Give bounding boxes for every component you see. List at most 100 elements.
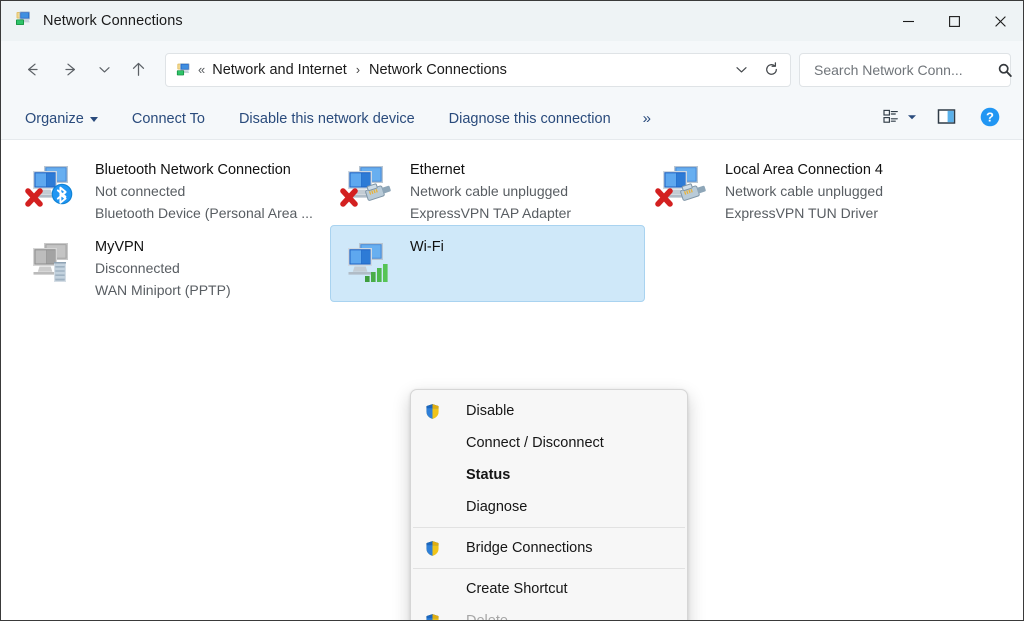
help-icon: ? xyxy=(979,106,1001,133)
connection-item-local-area-connection-4[interactable]: Local Area Connection 4 Network cable un… xyxy=(645,148,960,225)
connection-status: Disconnected xyxy=(95,257,231,279)
details-pane-icon xyxy=(936,106,957,132)
connection-name: Wi-Fi xyxy=(410,238,444,257)
breadcrumb-item-network-and-internet[interactable]: Network and Internet xyxy=(206,59,353,81)
menu-item-create-shortcut[interactable]: Create Shortcut xyxy=(414,573,684,605)
window-controls xyxy=(885,1,1023,41)
connection-item-ethernet[interactable]: Ethernet Network cable unplugged Express… xyxy=(330,148,645,225)
toolbar-disable-device-button[interactable]: Disable this network device xyxy=(229,106,425,132)
network-adapter-bluetooth-icon xyxy=(22,153,86,217)
menu-item-connect-disconnect[interactable]: Connect / Disconnect xyxy=(414,427,684,459)
menu-icon-slot xyxy=(424,465,452,485)
view-list-icon xyxy=(882,107,901,131)
previous-locations-button[interactable] xyxy=(726,56,756,84)
connection-item-wi-fi[interactable]: Wi-Fi xyxy=(330,225,645,302)
connection-text: Ethernet Network cable unplugged Express… xyxy=(410,153,571,224)
chevron-down-icon xyxy=(90,117,98,122)
connection-text: Local Area Connection 4 Network cable un… xyxy=(725,153,883,224)
menu-item-label: Diagnose xyxy=(452,499,527,515)
connection-name: Bluetooth Network Connection xyxy=(95,161,313,180)
help-button[interactable]: ? xyxy=(969,104,1011,134)
network-adapter-wifi-icon xyxy=(337,230,401,294)
chevron-down-icon xyxy=(906,110,918,128)
details-pane-button[interactable] xyxy=(925,104,967,134)
menu-item-disable[interactable]: Disable xyxy=(414,395,684,427)
connection-item-bluetooth-network-connection[interactable]: Bluetooth Network Connection Not connect… xyxy=(15,148,330,225)
window-title: Network Connections xyxy=(43,13,183,29)
menu-icon-slot xyxy=(424,497,452,517)
menu-item-delete: Delete xyxy=(414,605,684,620)
toolbar-connect-to-label: Connect To xyxy=(132,111,205,127)
search-input[interactable] xyxy=(812,61,997,79)
connection-status: Not connected xyxy=(95,180,313,202)
toolbar-right-group: ? xyxy=(877,98,1011,140)
toolbar-organize-button[interactable]: Organize xyxy=(15,106,108,132)
breadcrumb: « Network and Internet › Network Connect… xyxy=(197,59,726,81)
connection-text: Wi-Fi xyxy=(410,230,444,257)
context-menu: Disable Connect / Disconnect Status Diag… xyxy=(410,389,688,620)
close-button[interactable] xyxy=(977,1,1023,41)
connection-name: MyVPN xyxy=(95,238,231,257)
connection-status: Network cable unplugged xyxy=(410,180,571,202)
toolbar-organize-label: Organize xyxy=(25,111,84,127)
network-adapter-vpn-icon xyxy=(22,230,86,294)
menu-item-label: Status xyxy=(452,467,510,483)
view-options-button[interactable] xyxy=(877,104,923,134)
toolbar-diagnose-button[interactable]: Diagnose this connection xyxy=(439,106,621,132)
menu-separator xyxy=(413,527,685,528)
connection-device: Bluetooth Device (Personal Area ... xyxy=(95,202,313,224)
network-connections-window: Network Connections xyxy=(0,0,1024,621)
network-adapter-ethernet-icon xyxy=(652,153,716,217)
toolbar-disable-device-label: Disable this network device xyxy=(239,111,415,127)
up-button[interactable] xyxy=(119,53,157,87)
connections-grid: Bluetooth Network Connection Not connect… xyxy=(1,148,1023,302)
navigation-bar: « Network and Internet › Network Connect… xyxy=(1,41,1023,98)
back-button[interactable] xyxy=(13,53,51,87)
search-box[interactable] xyxy=(799,53,1011,87)
menu-item-label: Create Shortcut xyxy=(452,581,568,597)
menu-item-label: Bridge Connections xyxy=(452,540,593,556)
connection-device: ExpressVPN TAP Adapter xyxy=(410,202,571,224)
address-bar[interactable]: « Network and Internet › Network Connect… xyxy=(165,53,791,87)
command-toolbar: Organize Connect To Disable this network… xyxy=(1,98,1023,140)
breadcrumb-overflow[interactable]: « xyxy=(197,62,206,77)
svg-text:?: ? xyxy=(986,109,994,124)
network-connections-icon xyxy=(15,9,34,33)
recent-locations-button[interactable] xyxy=(89,53,119,87)
toolbar-diagnose-label: Diagnose this connection xyxy=(449,111,611,127)
connection-item-myvpn[interactable]: MyVPN Disconnected WAN Miniport (PPTP) xyxy=(15,225,330,302)
title-bar: Network Connections xyxy=(1,1,1023,41)
search-icon[interactable] xyxy=(997,62,1013,78)
breadcrumb-separator: › xyxy=(353,63,363,77)
menu-item-bridge-connections[interactable]: Bridge Connections xyxy=(414,532,684,564)
toolbar-connect-to-button[interactable]: Connect To xyxy=(122,106,215,132)
shield-icon xyxy=(424,401,452,421)
connection-text: Bluetooth Network Connection Not connect… xyxy=(95,153,313,224)
connection-name: Ethernet xyxy=(410,161,571,180)
menu-separator xyxy=(413,568,685,569)
connection-device: ExpressVPN TUN Driver xyxy=(725,202,883,224)
connection-device: WAN Miniport (PPTP) xyxy=(95,279,231,301)
title-bar-left: Network Connections xyxy=(1,9,183,33)
shield-icon xyxy=(424,611,452,620)
refresh-button[interactable] xyxy=(756,56,786,84)
minimize-button[interactable] xyxy=(885,1,931,41)
shield-icon xyxy=(424,538,452,558)
menu-icon-slot xyxy=(424,579,452,599)
connection-text: MyVPN Disconnected WAN Miniport (PPTP) xyxy=(95,230,231,301)
menu-item-status[interactable]: Status xyxy=(414,459,684,491)
network-adapter-ethernet-icon xyxy=(337,153,401,217)
breadcrumb-item-network-connections[interactable]: Network Connections xyxy=(363,59,513,81)
connections-view: Bluetooth Network Connection Not connect… xyxy=(1,140,1023,620)
toolbar-overflow-button[interactable]: » xyxy=(635,106,659,131)
menu-icon-slot xyxy=(424,433,452,453)
maximize-button[interactable] xyxy=(931,1,977,41)
connection-status: Network cable unplugged xyxy=(725,180,883,202)
connection-name: Local Area Connection 4 xyxy=(725,161,883,180)
menu-item-label: Connect / Disconnect xyxy=(452,435,604,451)
forward-button[interactable] xyxy=(51,53,89,87)
menu-item-label: Disable xyxy=(452,403,514,419)
menu-item-label: Delete xyxy=(452,613,508,620)
menu-item-diagnose[interactable]: Diagnose xyxy=(414,491,684,523)
address-folder-icon xyxy=(176,61,193,78)
